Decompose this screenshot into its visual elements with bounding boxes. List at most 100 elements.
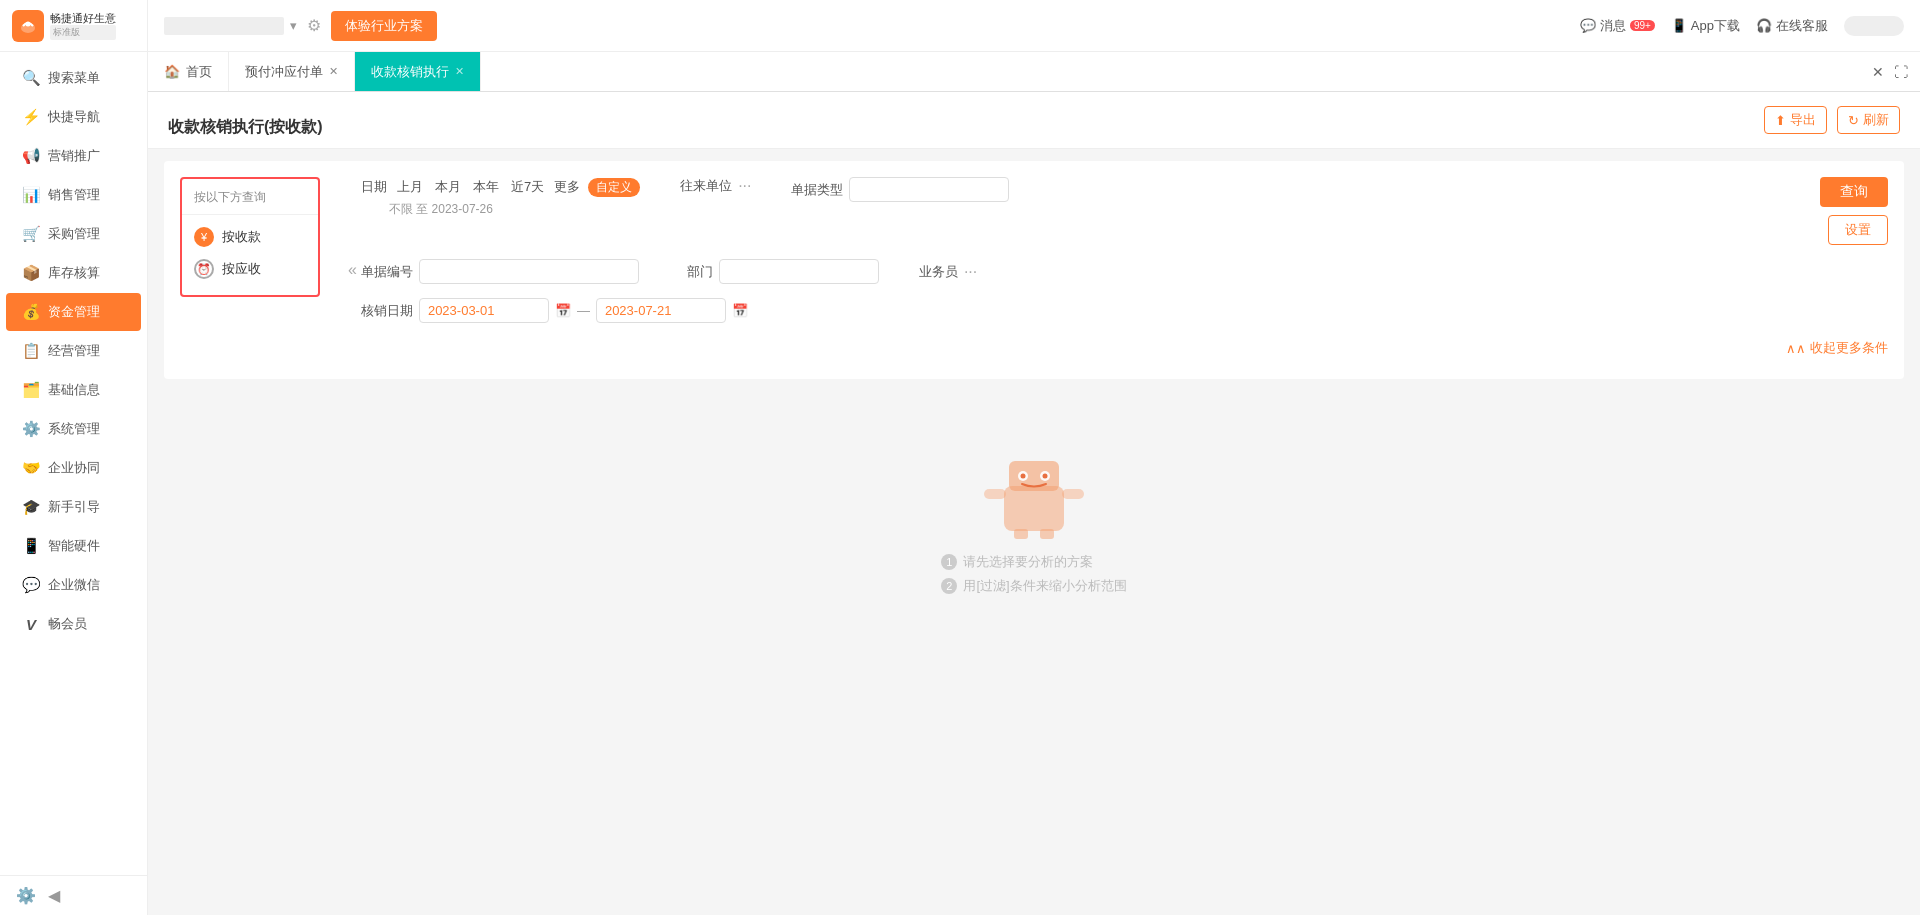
online-service-button[interactable]: 🎧 在线客服 <box>1756 17 1828 35</box>
sidebar-item-hardware[interactable]: 📱 智能硬件 <box>6 527 141 565</box>
date-this-month[interactable]: 本月 <box>433 177 463 197</box>
collapse-sidebar-icon[interactable]: ◀︎ <box>48 886 60 905</box>
filter-row-2: 单据编号 部门 业务员 ··· <box>361 259 1888 284</box>
sidebar-label-sales: 销售管理 <box>48 186 100 204</box>
doc-type-label: 单据类型 <box>791 181 843 199</box>
filter-option-by-receivable[interactable]: ⏰ 按应收 <box>182 253 318 285</box>
company-selector[interactable]: ▾ <box>164 17 297 35</box>
tab-verify-close[interactable]: ✕ <box>455 65 464 78</box>
sidebar-item-system[interactable]: ⚙️ 系统管理 <box>6 410 141 448</box>
tabbar: 🏠 首页 预付冲应付单 ✕ 收款核销执行 ✕ ✕ ⛶ <box>148 52 1920 92</box>
sidebar-footer: ⚙️ ◀︎ <box>0 875 147 915</box>
date-label: 日期 <box>361 178 387 196</box>
date-custom-badge[interactable]: 自定义 <box>588 178 640 197</box>
date-this-year[interactable]: 本年 <box>471 177 501 197</box>
counterparty-dots: ··· <box>738 177 751 195</box>
verify-date-range: 📅 — 📅 <box>419 298 748 323</box>
collab-nav-icon: 🤝 <box>22 459 40 477</box>
sidebar-item-member[interactable]: V 畅会员 <box>6 605 141 643</box>
sidebar-nav: 🔍 搜索菜单 ⚡ 快捷导航 📢 营销推广 📊 销售管理 🛒 采购管理 📦 库存核… <box>0 52 147 875</box>
sidebar-item-marketing[interactable]: 📢 营销推广 <box>6 137 141 175</box>
empty-state-illustration <box>979 451 1089 541</box>
setting-button[interactable]: 设置 <box>1828 215 1888 245</box>
verify-date-start-input[interactable] <box>419 298 549 323</box>
sidebar-item-search[interactable]: 🔍 搜索菜单 <box>6 59 141 97</box>
content-area: 收款核销执行(按收款) ⬆ 导出 ↻ 刷新 按以下方查询 <box>148 92 1920 915</box>
doc-type-select[interactable] <box>849 177 1009 202</box>
dept-group: 部门 <box>687 259 879 284</box>
logo-area: 畅捷通好生意 标准版 <box>0 0 147 52</box>
by-receipt-label: 按收款 <box>222 228 261 246</box>
verify-date-start-calendar-icon[interactable]: 📅 <box>555 303 571 318</box>
date-last-7-days[interactable]: 近7天 <box>509 177 546 197</box>
operations-nav-icon: 📋 <box>22 342 40 360</box>
company-name <box>164 17 284 35</box>
verify-date-end-calendar-icon[interactable]: 📅 <box>732 303 748 318</box>
doc-no-group: 单据编号 <box>361 259 639 284</box>
doc-no-label: 单据编号 <box>361 263 413 281</box>
sidebar-label-operations: 经营管理 <box>48 342 100 360</box>
by-receipt-icon: ¥ <box>194 227 214 247</box>
doc-no-input[interactable] <box>419 259 639 284</box>
date-more[interactable]: 更多 <box>554 178 580 196</box>
filter-option-by-receipt[interactable]: ¥ 按收款 <box>182 221 318 253</box>
message-button[interactable]: 💬 消息 99+ <box>1580 17 1655 35</box>
refresh-button[interactable]: ↻ 刷新 <box>1837 106 1900 134</box>
sidebar-label-shortcut: 快捷导航 <box>48 108 100 126</box>
sidebar-item-funds[interactable]: 💰 资金管理 <box>6 293 141 331</box>
page-title: 收款核销执行(按收款) <box>168 117 323 138</box>
tab-prepay[interactable]: 预付冲应付单 ✕ <box>229 52 355 91</box>
wechat-nav-icon: 💬 <box>22 576 40 594</box>
topbar: ▾ ⚙ 体验行业方案 💬 消息 99+ 📱 App下载 🎧 在线客服 <box>148 0 1920 52</box>
sidebar-item-inventory[interactable]: 📦 库存核算 <box>6 254 141 292</box>
sidebar-label-inventory: 库存核算 <box>48 264 100 282</box>
sidebar-item-basic-info[interactable]: 🗂️ 基础信息 <box>6 371 141 409</box>
sidebar-item-guide[interactable]: 🎓 新手引导 <box>6 488 141 526</box>
chevron-up-icon: ∧∧ <box>1786 341 1806 356</box>
salesperson-label: 业务员 <box>919 263 958 281</box>
step-2-number: 2 <box>941 578 957 594</box>
logo-text: 畅捷通好生意 <box>50 11 116 25</box>
sidebar-item-collab[interactable]: 🤝 企业协同 <box>6 449 141 487</box>
chevron-down-icon[interactable]: ▾ <box>290 18 297 33</box>
close-tab-icon[interactable]: ✕ <box>1872 64 1884 80</box>
sales-nav-icon: 📊 <box>22 186 40 204</box>
export-button[interactable]: ⬆ 导出 <box>1764 106 1827 134</box>
step-1-text: 请先选择要分析的方案 <box>963 553 1093 571</box>
solution-button[interactable]: 体验行业方案 <box>331 11 437 41</box>
sidebar-item-shortcut[interactable]: ⚡ 快捷导航 <box>6 98 141 136</box>
query-button[interactable]: 查询 <box>1820 177 1888 207</box>
date-last-month[interactable]: 上月 <box>395 177 425 197</box>
dept-label: 部门 <box>687 263 713 281</box>
tab-prepay-close[interactable]: ✕ <box>329 65 338 78</box>
basic-info-nav-icon: 🗂️ <box>22 381 40 399</box>
gear-icon[interactable]: ⚙ <box>307 16 321 35</box>
expand-icon[interactable]: ⛶ <box>1894 64 1908 80</box>
verify-date-end-input[interactable] <box>596 298 726 323</box>
marketing-nav-icon: 📢 <box>22 147 40 165</box>
empty-step-1: 1 请先选择要分析的方案 <box>941 553 1126 571</box>
empty-state: 1 请先选择要分析的方案 2 用[过滤]条件来缩小分析范围 <box>148 391 1920 655</box>
main-area: ▾ ⚙ 体验行业方案 💬 消息 99+ 📱 App下载 🎧 在线客服 🏠 <box>148 0 1920 915</box>
empty-state-content: 1 请先选择要分析的方案 2 用[过滤]条件来缩小分析范围 <box>941 451 1126 595</box>
sidebar-item-wechat[interactable]: 💬 企业微信 <box>6 566 141 604</box>
filter-collapse-arrow[interactable]: « <box>344 177 361 363</box>
settings-icon[interactable]: ⚙️ <box>16 886 36 905</box>
svg-point-6 <box>1020 474 1025 479</box>
filter-row-3: 核销日期 📅 — 📅 <box>361 298 1888 323</box>
sidebar-item-sales[interactable]: 📊 销售管理 <box>6 176 141 214</box>
user-avatar[interactable] <box>1844 16 1904 36</box>
sidebar-item-purchase[interactable]: 🛒 采购管理 <box>6 215 141 253</box>
dept-select[interactable] <box>719 259 879 284</box>
sidebar-label-hardware: 智能硬件 <box>48 537 100 555</box>
tab-verify-label: 收款核销执行 <box>371 63 449 81</box>
sidebar: 畅捷通好生意 标准版 🔍 搜索菜单 ⚡ 快捷导航 📢 营销推广 📊 销售管理 🛒… <box>0 0 148 915</box>
svg-point-7 <box>1042 474 1047 479</box>
app-download-button[interactable]: 📱 App下载 <box>1671 17 1740 35</box>
filter-row-1: 日期 上月 本月 本年 近7天 更多 自定义 不限 至 2023-07-26 <box>361 177 1888 245</box>
tab-verify[interactable]: 收款核销执行 ✕ <box>355 52 481 91</box>
tab-home[interactable]: 🏠 首页 <box>148 52 229 91</box>
filter-form: 日期 上月 本月 本年 近7天 更多 自定义 不限 至 2023-07-26 <box>361 177 1888 363</box>
sidebar-item-operations[interactable]: 📋 经营管理 <box>6 332 141 370</box>
collapse-more-button[interactable]: ∧∧ 收起更多条件 <box>1786 333 1888 363</box>
